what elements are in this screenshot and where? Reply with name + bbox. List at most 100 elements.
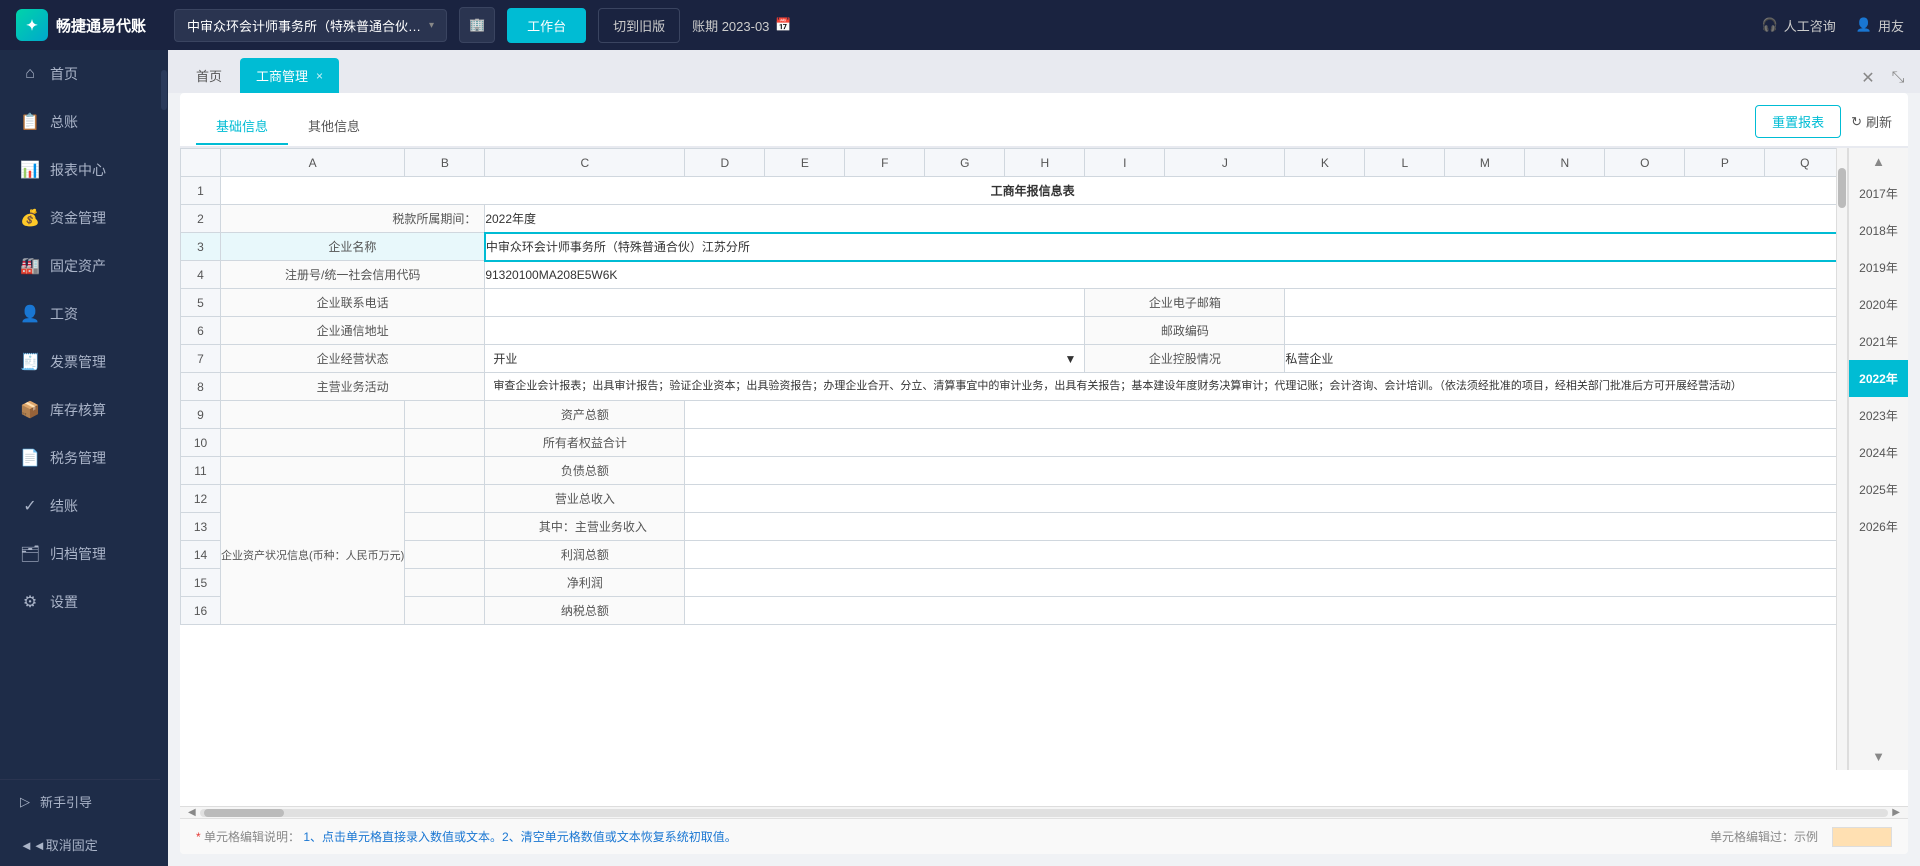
sidebar-item-asset[interactable]: 🏭 固定资产 bbox=[0, 242, 168, 290]
cell-6-label2: 邮政编码 bbox=[1085, 317, 1285, 345]
year-2026[interactable]: 2026年 bbox=[1849, 508, 1908, 545]
cell-9-value[interactable] bbox=[685, 401, 1836, 429]
consult-button[interactable]: 🎧 人工咨询 bbox=[1762, 16, 1836, 35]
reset-report-button[interactable]: 重置报表 bbox=[1755, 105, 1841, 138]
table-row: 4 注册号/统一社会信用代码 91320100MA208E5W6K bbox=[181, 261, 1837, 289]
sidebar-item-filing[interactable]: 🗂 归档管理 bbox=[0, 530, 168, 578]
company-selector[interactable]: 中审众环会计师事务所（特殊普通合伙… ▾ bbox=[174, 9, 447, 42]
cell-5-value1[interactable] bbox=[485, 289, 1085, 317]
cell-11-value[interactable] bbox=[685, 457, 1836, 485]
newbie-guide[interactable]: ▷ 新手引导 bbox=[0, 780, 168, 823]
hint-main: 单元格编辑说明： bbox=[204, 830, 300, 844]
sidebar-item-tax[interactable]: 📄 税务管理 bbox=[0, 434, 168, 482]
table-row: 3 企业名称 中审众环会计师事务所（特殊普通合伙）江苏分所 bbox=[181, 233, 1837, 261]
sidebar-item-ledger[interactable]: 📋 总账 bbox=[0, 98, 168, 146]
cell-6-label1: 企业通信地址 bbox=[221, 317, 485, 345]
year-2018[interactable]: 2018年 bbox=[1849, 212, 1908, 249]
newbie-icon: ▷ bbox=[20, 794, 30, 810]
year-down-button[interactable]: ▼ bbox=[1849, 743, 1908, 770]
workbench-button[interactable]: 工作台 bbox=[507, 8, 586, 43]
scroll-right-arrow[interactable]: ▶ bbox=[1888, 807, 1904, 818]
col-g: G bbox=[925, 149, 1005, 177]
close-window-button[interactable]: ✕ bbox=[1854, 64, 1882, 92]
cell-14-label: 利润总额 bbox=[485, 541, 685, 569]
year-2020[interactable]: 2020年 bbox=[1849, 286, 1908, 323]
cell-5-label2: 企业电子邮箱 bbox=[1085, 289, 1285, 317]
user-area[interactable]: 👤 用友 bbox=[1856, 16, 1904, 35]
sidebar-item-finance[interactable]: 💰 资金管理 bbox=[0, 194, 168, 242]
cell-10-value[interactable] bbox=[685, 429, 1836, 457]
tab-home[interactable]: 首页 bbox=[180, 58, 238, 93]
cell-6-value2[interactable] bbox=[1285, 317, 1836, 345]
refresh-button[interactable]: ↻ 刷新 bbox=[1851, 112, 1892, 131]
cell-15-value[interactable] bbox=[685, 569, 1836, 597]
cell-16-value[interactable] bbox=[685, 597, 1836, 625]
sheet-title-cell[interactable]: 工商年报信息表 bbox=[221, 177, 1837, 205]
horizontal-scrollbar[interactable]: ◀ ▶ bbox=[180, 806, 1908, 818]
col-n: N bbox=[1525, 149, 1605, 177]
year-2023[interactable]: 2023年 bbox=[1849, 397, 1908, 434]
cell-9-empty-b bbox=[405, 401, 485, 429]
year-2019[interactable]: 2019年 bbox=[1849, 249, 1908, 286]
vertical-scrollbar[interactable] bbox=[1836, 148, 1848, 770]
scroll-thumb[interactable] bbox=[204, 809, 284, 817]
row-num-13: 13 bbox=[181, 513, 221, 541]
row-num-16: 16 bbox=[181, 597, 221, 625]
year-2022[interactable]: 2022年 bbox=[1849, 360, 1908, 397]
tab-close-icon[interactable]: × bbox=[316, 69, 323, 83]
scroll-left-arrow[interactable]: ◀ bbox=[184, 807, 200, 818]
cell-13-value[interactable] bbox=[685, 513, 1836, 541]
sidebar-item-inventory[interactable]: 📦 库存核算 bbox=[0, 386, 168, 434]
sidebar-item-settings[interactable]: ⚙ 设置 bbox=[0, 578, 168, 626]
sidebar-item-close-account[interactable]: ✓ 结账 bbox=[0, 482, 168, 530]
scroll-track[interactable] bbox=[200, 809, 1889, 817]
tab-gongshang-label: 工商管理 bbox=[256, 66, 308, 85]
unpin-btn[interactable]: ◄◄取消固定 bbox=[0, 823, 168, 866]
cell-7-value2[interactable]: 私营企业 bbox=[1285, 345, 1836, 373]
cell-2-value[interactable]: 2022年度 bbox=[485, 205, 1836, 233]
table-row: 2 税款所属期间： 2022年度 bbox=[181, 205, 1837, 233]
logo-area: ✦ 畅捷通易代账 bbox=[16, 9, 146, 41]
cell-12-value[interactable] bbox=[685, 485, 1836, 513]
table-row: 14 利润总额 bbox=[181, 541, 1837, 569]
cell-7-value1[interactable]: 开业▼ bbox=[485, 345, 1085, 373]
main-panel: 基础信息 其他信息 重置报表 ↻ 刷新 bbox=[180, 93, 1908, 854]
cell-4-value[interactable]: 91320100MA208E5W6K bbox=[485, 261, 1836, 289]
cell-6-value1[interactable] bbox=[485, 317, 1085, 345]
cell-2-label: 税款所属期间： bbox=[221, 205, 485, 233]
cell-5-value2[interactable] bbox=[1285, 289, 1836, 317]
salary-icon: 👤 bbox=[20, 304, 40, 324]
table-row: 8 主营业务活动 审查企业会计报表；出具审计报告；验证企业资本；出具验资报告；办… bbox=[181, 373, 1837, 401]
cell-8-value[interactable]: 审查企业会计报表；出具审计报告；验证企业资本；出具验资报告；办理企业合开、分立、… bbox=[485, 373, 1836, 401]
switch-old-version-button[interactable]: 切到旧版 bbox=[598, 8, 680, 43]
cell-8-label: 主营业务活动 bbox=[221, 373, 485, 401]
row-num-14: 14 bbox=[181, 541, 221, 569]
company-icon-btn[interactable]: 🏢 bbox=[459, 7, 495, 43]
year-2017[interactable]: 2017年 bbox=[1849, 175, 1908, 212]
cell-15-empty-b bbox=[405, 569, 485, 597]
sidebar-item-invoice[interactable]: 🧾 发票管理 bbox=[0, 338, 168, 386]
year-2025[interactable]: 2025年 bbox=[1849, 471, 1908, 508]
tab-gongshang[interactable]: 工商管理 × bbox=[240, 58, 339, 93]
year-2024[interactable]: 2024年 bbox=[1849, 434, 1908, 471]
tab-other-info[interactable]: 其他信息 bbox=[288, 108, 380, 145]
row-num-6: 6 bbox=[181, 317, 221, 345]
sidebar-item-report[interactable]: 📊 报表中心 bbox=[0, 146, 168, 194]
sidebar-item-home[interactable]: ⌂ 首页 bbox=[0, 50, 168, 98]
maximize-window-button[interactable]: ⤡ bbox=[1884, 64, 1912, 92]
cell-4-label: 注册号/统一社会信用代码 bbox=[221, 261, 485, 289]
col-m: M bbox=[1445, 149, 1525, 177]
sidebar-item-tax-label: 税务管理 bbox=[50, 448, 106, 468]
year-up-button[interactable]: ▲ bbox=[1849, 148, 1908, 175]
sidebar-item-salary[interactable]: 👤 工资 bbox=[0, 290, 168, 338]
tab-basic-info[interactable]: 基础信息 bbox=[196, 108, 288, 145]
spreadsheet-and-year: A B C D E F G H I J K L bbox=[180, 148, 1908, 806]
year-2021[interactable]: 2021年 bbox=[1849, 323, 1908, 360]
cell-14-value[interactable] bbox=[685, 541, 1836, 569]
sidebar-bottom: ▷ 新手引导 ◄◄取消固定 bbox=[0, 779, 168, 866]
bottom-bar-right: 单元格编辑过：示例 bbox=[1710, 827, 1892, 847]
hint-text: * 单元格编辑说明： 1、点击单元格直接录入数值或文本。2、清空单元格数值或文本… bbox=[196, 828, 737, 845]
cell-3-value[interactable]: 中审众环会计师事务所（特殊普通合伙）江苏分所 bbox=[485, 233, 1836, 261]
spreadsheet-wrapper[interactable]: A B C D E F G H I J K L bbox=[180, 148, 1836, 806]
cell-14-empty-b bbox=[405, 541, 485, 569]
